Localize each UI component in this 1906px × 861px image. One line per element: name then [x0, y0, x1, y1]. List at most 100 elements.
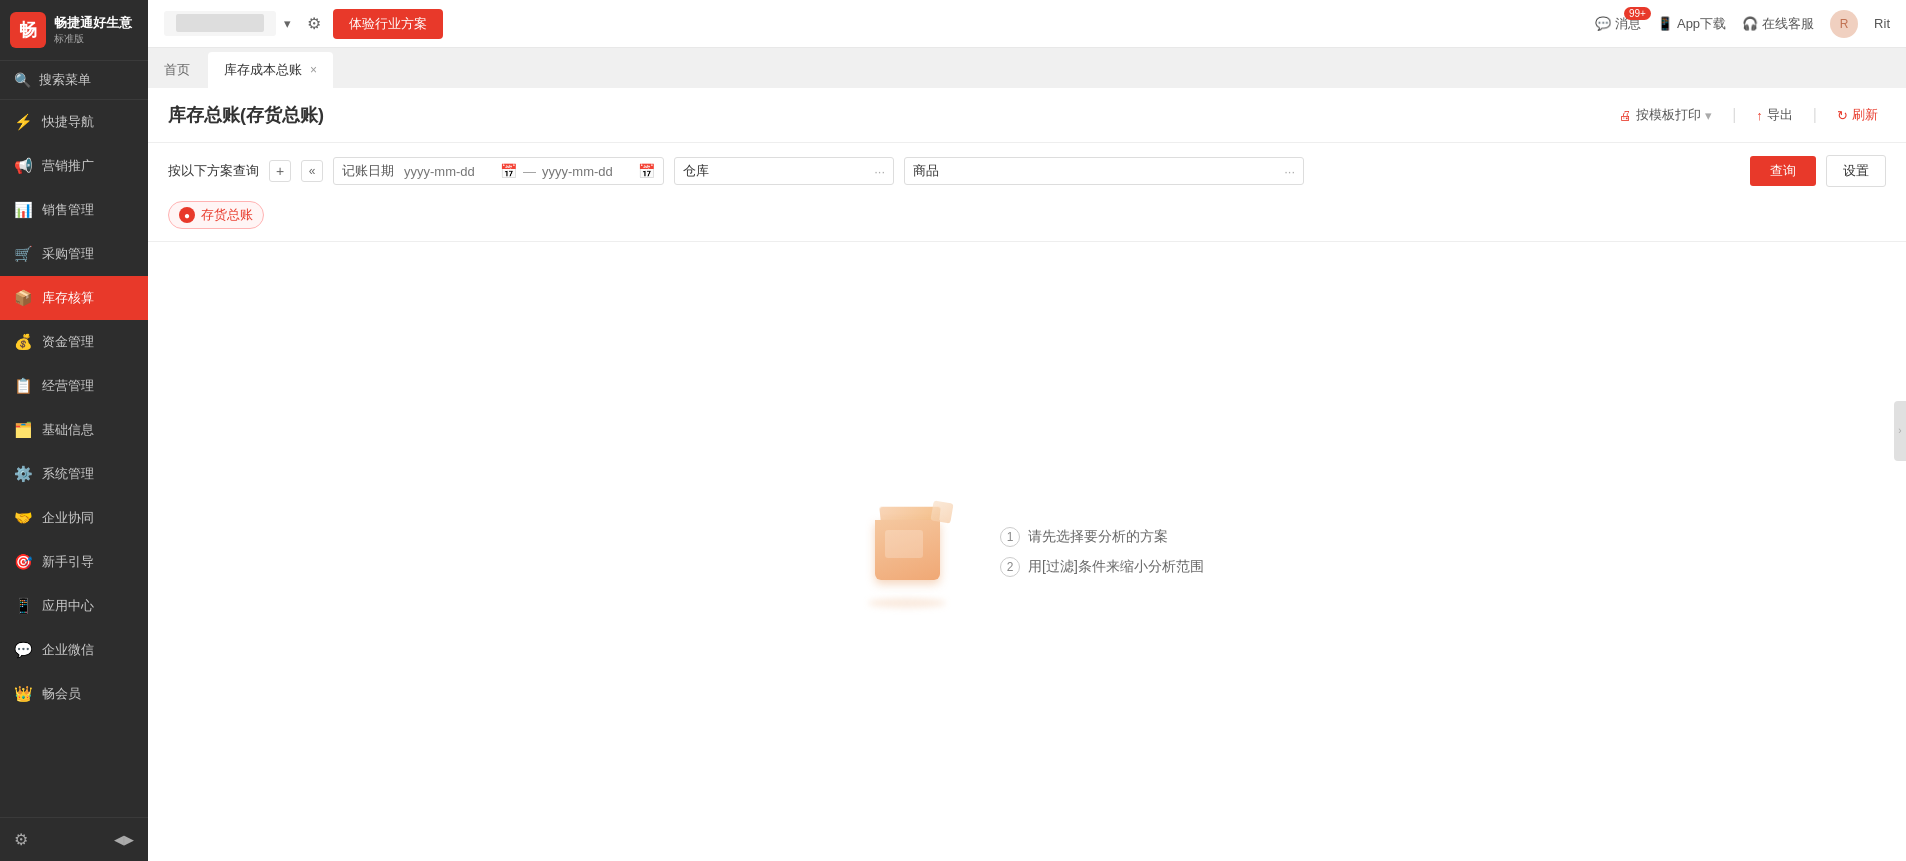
app-download-icon: 📱	[1657, 16, 1673, 31]
sidebar-item-enterprise[interactable]: 🤝 企业协同	[0, 496, 148, 540]
right-panel-handle[interactable]: ›	[1894, 401, 1906, 461]
refresh-button[interactable]: ↻ 刷新	[1829, 102, 1886, 128]
filter-label: 按以下方案查询	[168, 162, 259, 180]
empty-text: 1 请先选择要分析的方案 2 用[过滤]条件来缩小分析范围	[1000, 527, 1204, 577]
calendar-start-icon[interactable]: 📅	[500, 163, 517, 179]
sidebar-item-sales[interactable]: 📊 销售管理	[0, 188, 148, 232]
marketing-icon: 📢	[14, 157, 32, 175]
tab-close-icon[interactable]: ×	[310, 63, 317, 77]
username-label[interactable]: Rit	[1874, 16, 1890, 31]
warehouse-select[interactable]: 仓库 ···	[674, 157, 894, 185]
date-start-input[interactable]	[404, 164, 494, 179]
tab-inventory-ledger[interactable]: 库存成本总账 ×	[208, 52, 333, 88]
sidebar-item-marketing[interactable]: 📢 营销推广	[0, 144, 148, 188]
divider-1: |	[1732, 106, 1736, 124]
date-end-input[interactable]	[542, 164, 632, 179]
purchase-icon: 🛒	[14, 245, 32, 263]
content-area: 1 请先选择要分析的方案 2 用[过滤]条件来缩小分析范围	[148, 242, 1906, 861]
topbar-breadcrumb[interactable]	[164, 11, 276, 36]
tab-bar: 首页 库存成本总账 ×	[148, 48, 1906, 88]
goods-select[interactable]: 商品 ···	[904, 157, 1304, 185]
sidebar-item-label: 应用中心	[42, 597, 134, 615]
tab-home[interactable]: 首页	[148, 52, 206, 88]
sidebar-nav: ⚡ 快捷导航 📢 营销推广 📊 销售管理 🛒 采购管理 📦 库存核算 💰 资金管…	[0, 100, 148, 817]
goods-dots: ···	[1284, 164, 1295, 179]
empty-hint-2: 2 用[过滤]条件来缩小分析范围	[1000, 557, 1204, 577]
scheme-tag-icon: ●	[179, 207, 195, 223]
breadcrumb-text	[176, 14, 264, 32]
date-separator: —	[523, 164, 536, 179]
message-icon: 💬	[1595, 16, 1611, 31]
sidebar-item-label: 快捷导航	[42, 113, 134, 131]
sidebar-item-member[interactable]: 👑 畅会员	[0, 672, 148, 716]
sidebar-item-label: 采购管理	[42, 245, 134, 263]
sidebar-item-funds[interactable]: 💰 资金管理	[0, 320, 148, 364]
scheme-tag[interactable]: ● 存货总账	[168, 201, 264, 229]
filter-date-group: 记账日期 📅 — 📅	[333, 157, 664, 185]
export-button[interactable]: ↑ 导出	[1748, 102, 1801, 128]
message-button[interactable]: 💬 消息 99+	[1595, 15, 1641, 33]
hint-num-1: 1	[1000, 527, 1020, 547]
app-download-button[interactable]: 📱 App下载	[1657, 15, 1726, 33]
export-label: 导出	[1767, 106, 1793, 124]
print-label: 按模板打印	[1636, 106, 1701, 124]
topbar-right: 💬 消息 99+ 📱 App下载 🎧 在线客服 R Rit	[1595, 10, 1890, 38]
print-template-button[interactable]: 🖨 按模板打印 ▾	[1611, 102, 1720, 128]
sidebar-search-item[interactable]: 🔍 搜索菜单	[0, 61, 148, 100]
quick-nav-icon: ⚡	[14, 113, 32, 131]
footer-settings-icon[interactable]: ⚙	[14, 830, 28, 849]
sidebar-item-wechat[interactable]: 💬 企业微信	[0, 628, 148, 672]
sidebar-item-system[interactable]: ⚙️ 系统管理	[0, 452, 148, 496]
tab-active-label: 库存成本总账	[224, 61, 302, 79]
message-badge: 99+	[1624, 7, 1651, 20]
empty-state: 1 请先选择要分析的方案 2 用[过滤]条件来缩小分析范围	[850, 492, 1204, 612]
filter-collapse-button[interactable]: «	[301, 160, 323, 182]
basic-icon: 🗂️	[14, 421, 32, 439]
app-download-label: App下载	[1677, 15, 1726, 33]
query-button[interactable]: 查询	[1750, 156, 1816, 186]
sidebar-logo[interactable]: 畅 畅捷通好生意 标准版	[0, 0, 148, 61]
refresh-label: 刷新	[1852, 106, 1878, 124]
sidebar-item-guide[interactable]: 🎯 新手引导	[0, 540, 148, 584]
online-service-icon: 🎧	[1742, 16, 1758, 31]
funds-icon: 💰	[14, 333, 32, 351]
online-service-button[interactable]: 🎧 在线客服	[1742, 15, 1814, 33]
print-icon: 🖨	[1619, 108, 1632, 123]
sidebar-item-basic[interactable]: 🗂️ 基础信息	[0, 408, 148, 452]
calendar-end-icon[interactable]: 📅	[638, 163, 655, 179]
add-icon: +	[276, 163, 284, 179]
topbar-settings-icon[interactable]: ⚙	[307, 14, 321, 33]
hint-text-2: 用[过滤]条件来缩小分析范围	[1028, 558, 1204, 576]
app-center-icon: 📱	[14, 597, 32, 615]
filter-add-button[interactable]: +	[269, 160, 291, 182]
topbar: ▾ ⚙ 体验行业方案 💬 消息 99+ 📱 App下载 🎧 在线客服 R Rit	[148, 0, 1906, 48]
page-header-actions: 🖨 按模板打印 ▾ | ↑ 导出 | ↻ 刷新	[1611, 102, 1886, 142]
online-service-label: 在线客服	[1762, 15, 1814, 33]
sidebar-item-label: 库存核算	[42, 289, 134, 307]
sidebar-item-app-center[interactable]: 📱 应用中心	[0, 584, 148, 628]
sidebar-item-label: 基础信息	[42, 421, 134, 439]
sidebar-item-inventory[interactable]: 📦 库存核算	[0, 276, 148, 320]
page-header: 库存总账(存货总账) 🖨 按模板打印 ▾ | ↑ 导出 | ↻ 刷新	[148, 88, 1906, 143]
system-icon: ⚙️	[14, 465, 32, 483]
footer-collapse-icon[interactable]: ◀▶	[114, 832, 134, 847]
sidebar-item-purchase[interactable]: 🛒 采购管理	[0, 232, 148, 276]
sidebar-item-label: 系统管理	[42, 465, 134, 483]
sidebar-item-label: 新手引导	[42, 553, 134, 571]
sidebar-item-quick-nav[interactable]: ⚡ 快捷导航	[0, 100, 148, 144]
search-icon: 🔍	[14, 72, 31, 88]
trial-industry-button[interactable]: 体验行业方案	[333, 9, 443, 39]
sidebar-item-label: 经营管理	[42, 377, 134, 395]
topbar-left: ▾ ⚙ 体验行业方案	[164, 9, 1595, 39]
wechat-icon: 💬	[14, 641, 32, 659]
topbar-dropdown-icon[interactable]: ▾	[284, 16, 291, 31]
sidebar-item-label: 企业协同	[42, 509, 134, 527]
hint-text-1: 请先选择要分析的方案	[1028, 528, 1168, 546]
sidebar-item-label: 销售管理	[42, 201, 134, 219]
refresh-icon: ↻	[1837, 108, 1848, 123]
settings-button[interactable]: 设置	[1826, 155, 1886, 187]
sidebar-item-label: 资金管理	[42, 333, 134, 351]
sidebar-item-operations[interactable]: 📋 经营管理	[0, 364, 148, 408]
guide-icon: 🎯	[14, 553, 32, 571]
user-avatar[interactable]: R	[1830, 10, 1858, 38]
